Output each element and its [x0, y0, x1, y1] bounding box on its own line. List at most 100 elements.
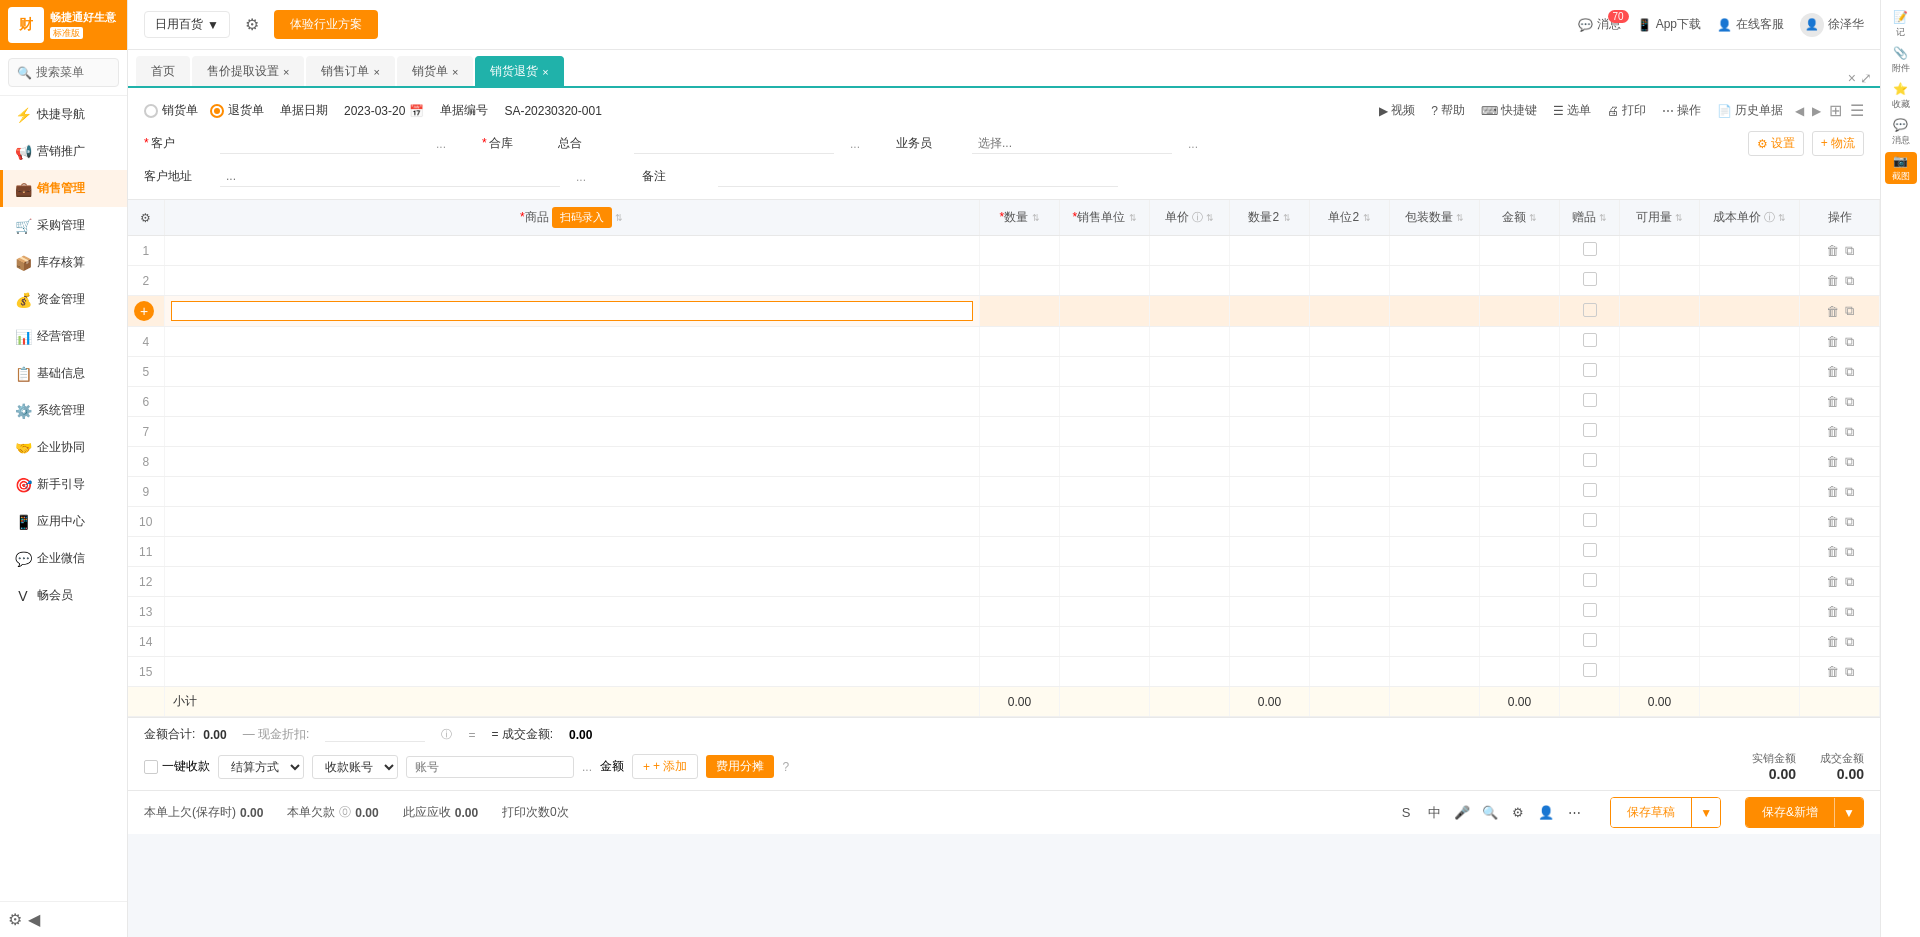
sidebar-item-purchase[interactable]: 🛒 采购管理 — [0, 207, 127, 244]
copy-icon-1[interactable]: ⧉ — [1845, 243, 1854, 259]
sidebar-item-basic[interactable]: 📋 基础信息 — [0, 355, 127, 392]
tool-mic-icon[interactable]: 🎤 — [1450, 801, 1474, 825]
column-settings-icon[interactable]: ⚙ — [140, 211, 151, 225]
delete-icon-6[interactable]: 🗑 — [1826, 394, 1839, 409]
sort-qty2-icon[interactable]: ⇅ — [1283, 213, 1291, 223]
gift-cell-3[interactable] — [1560, 296, 1620, 327]
gift-checkbox-11[interactable] — [1583, 543, 1597, 557]
sidebar-item-shortcut[interactable]: ⚡ 快捷导航 — [0, 96, 127, 133]
gift-cell-1[interactable] — [1560, 236, 1620, 266]
expense-help-icon[interactable]: ? — [782, 760, 789, 774]
unit2-cell-3[interactable] — [1310, 296, 1390, 327]
sort-gift-icon[interactable]: ⇅ — [1599, 213, 1607, 223]
gift-checkbox-4[interactable] — [1583, 333, 1597, 347]
amount-cell-1[interactable] — [1480, 236, 1560, 266]
operation-button[interactable]: ⋯操作 — [1658, 100, 1705, 121]
pack-qty-cell-1[interactable] — [1390, 236, 1480, 266]
gift-checkbox-3[interactable] — [1583, 303, 1597, 317]
delete-icon-4[interactable]: 🗑 — [1826, 334, 1839, 349]
remark-input[interactable] — [718, 166, 1118, 187]
grid-view-icon[interactable]: ⊞ — [1829, 101, 1842, 120]
unit2-cell-1[interactable] — [1310, 236, 1390, 266]
gift-checkbox-15[interactable] — [1583, 663, 1597, 677]
tool-search-icon[interactable]: 🔍 — [1478, 801, 1502, 825]
help-button[interactable]: ?帮助 — [1427, 100, 1469, 121]
gift-checkbox-7[interactable] — [1583, 423, 1597, 437]
sidebar-item-wechat[interactable]: 💬 企业微信 — [0, 540, 127, 577]
sort-goods-icon[interactable]: ⇅ — [615, 213, 623, 223]
copy-icon-14[interactable]: ⧉ — [1845, 634, 1854, 650]
gift-checkbox-14[interactable] — [1583, 633, 1597, 647]
qty-cell-3[interactable] — [980, 296, 1060, 327]
available-cell-1[interactable] — [1620, 236, 1700, 266]
amount-cell-2[interactable] — [1480, 266, 1560, 296]
gift-checkbox-6[interactable] — [1583, 393, 1597, 407]
price-cell-2[interactable] — [1150, 266, 1230, 296]
copy-icon-11[interactable]: ⧉ — [1845, 544, 1854, 560]
delete-icon-10[interactable]: 🗑 — [1826, 514, 1839, 529]
goods-cell-2[interactable] — [164, 266, 980, 296]
goods-input-3[interactable] — [171, 301, 974, 321]
search-menu-button[interactable]: 🔍 搜索菜单 — [8, 58, 119, 87]
copy-icon-9[interactable]: ⧉ — [1845, 484, 1854, 500]
copy-icon-8[interactable]: ⧉ — [1845, 454, 1854, 470]
tab-price-settings[interactable]: 售价提取设置 × — [192, 56, 304, 86]
delete-icon-9[interactable]: 🗑 — [1826, 484, 1839, 499]
sidebar-item-operation[interactable]: 📊 经营管理 — [0, 318, 127, 355]
qty-cell-2[interactable] — [980, 266, 1060, 296]
delete-icon-7[interactable]: 🗑 — [1826, 424, 1839, 439]
gift-checkbox-9[interactable] — [1583, 483, 1597, 497]
price-cell-1[interactable] — [1150, 236, 1230, 266]
gift-checkbox-12[interactable] — [1583, 573, 1597, 587]
video-button[interactable]: ▶视频 — [1375, 100, 1419, 121]
gift-checkbox-2[interactable] — [1583, 272, 1597, 286]
cost-cell-3[interactable] — [1700, 296, 1800, 327]
settings-button[interactable]: ⚙ 设置 — [1748, 131, 1804, 156]
delete-icon-11[interactable]: 🗑 — [1826, 544, 1839, 559]
sort-amount-icon[interactable]: ⇅ — [1529, 213, 1537, 223]
unit-cell-2[interactable] — [1060, 266, 1150, 296]
sidebar-item-system[interactable]: ⚙️ 系统管理 — [0, 392, 127, 429]
tab-sales-return[interactable]: 销货退货 × — [475, 56, 563, 86]
address-input[interactable] — [220, 166, 560, 187]
copy-icon-7[interactable]: ⧉ — [1845, 424, 1854, 440]
unit-cell-3[interactable] — [1060, 296, 1150, 327]
right-panel-attachment[interactable]: 📎 附件 — [1885, 44, 1917, 76]
sidebar-item-inventory[interactable]: 📦 库存核算 — [0, 244, 127, 281]
right-panel-collect[interactable]: ⭐ 收藏 — [1885, 80, 1917, 112]
gift-checkbox-8[interactable] — [1583, 453, 1597, 467]
cost-cell-1[interactable] — [1700, 236, 1800, 266]
tool-middle-icon[interactable]: 中 — [1422, 801, 1446, 825]
expand-icon[interactable]: ⤢ — [1860, 70, 1872, 86]
nav-prev-icon[interactable]: ◀ — [1795, 104, 1804, 118]
add-row-button[interactable]: + — [134, 301, 154, 321]
add-logistics-button[interactable]: + 物流 — [1812, 131, 1864, 156]
pack-qty-cell-2[interactable] — [1390, 266, 1480, 296]
delete-icon-15[interactable]: 🗑 — [1826, 664, 1839, 679]
qty2-cell-3[interactable] — [1230, 296, 1310, 327]
salesperson-more-icon[interactable]: ... — [1188, 137, 1198, 151]
sort-unit-icon[interactable]: ⇅ — [1129, 213, 1137, 223]
available-cell-3[interactable] — [1620, 296, 1700, 327]
gift-checkbox-10[interactable] — [1583, 513, 1597, 527]
settings-gear-icon[interactable]: ⚙ — [238, 11, 266, 39]
amount-cell-3[interactable] — [1480, 296, 1560, 327]
close-tab-icon[interactable]: × — [1848, 70, 1856, 86]
sort-qty-icon[interactable]: ⇅ — [1032, 213, 1040, 223]
copy-icon-5[interactable]: ⧉ — [1845, 364, 1854, 380]
qty2-cell-1[interactable] — [1230, 236, 1310, 266]
cost-info-icon[interactable]: ⓘ — [1764, 211, 1775, 223]
copy-icon-10[interactable]: ⧉ — [1845, 514, 1854, 530]
price-cell-3[interactable] — [1150, 296, 1230, 327]
gift-checkbox-13[interactable] — [1583, 603, 1597, 617]
unit2-cell-2[interactable] — [1310, 266, 1390, 296]
account-more-icon[interactable]: ... — [582, 760, 592, 774]
delete-icon-1[interactable]: 🗑 — [1826, 243, 1839, 258]
pack-qty-cell-3[interactable] — [1390, 296, 1480, 327]
select-button[interactable]: ☰选单 — [1549, 100, 1595, 121]
payment-method-select[interactable]: 结算方式 — [218, 755, 304, 779]
copy-icon-6[interactable]: ⧉ — [1845, 394, 1854, 410]
delete-icon-13[interactable]: 🗑 — [1826, 604, 1839, 619]
save-new-caret-button[interactable]: ▼ — [1835, 798, 1863, 827]
gift-checkbox-5[interactable] — [1583, 363, 1597, 377]
